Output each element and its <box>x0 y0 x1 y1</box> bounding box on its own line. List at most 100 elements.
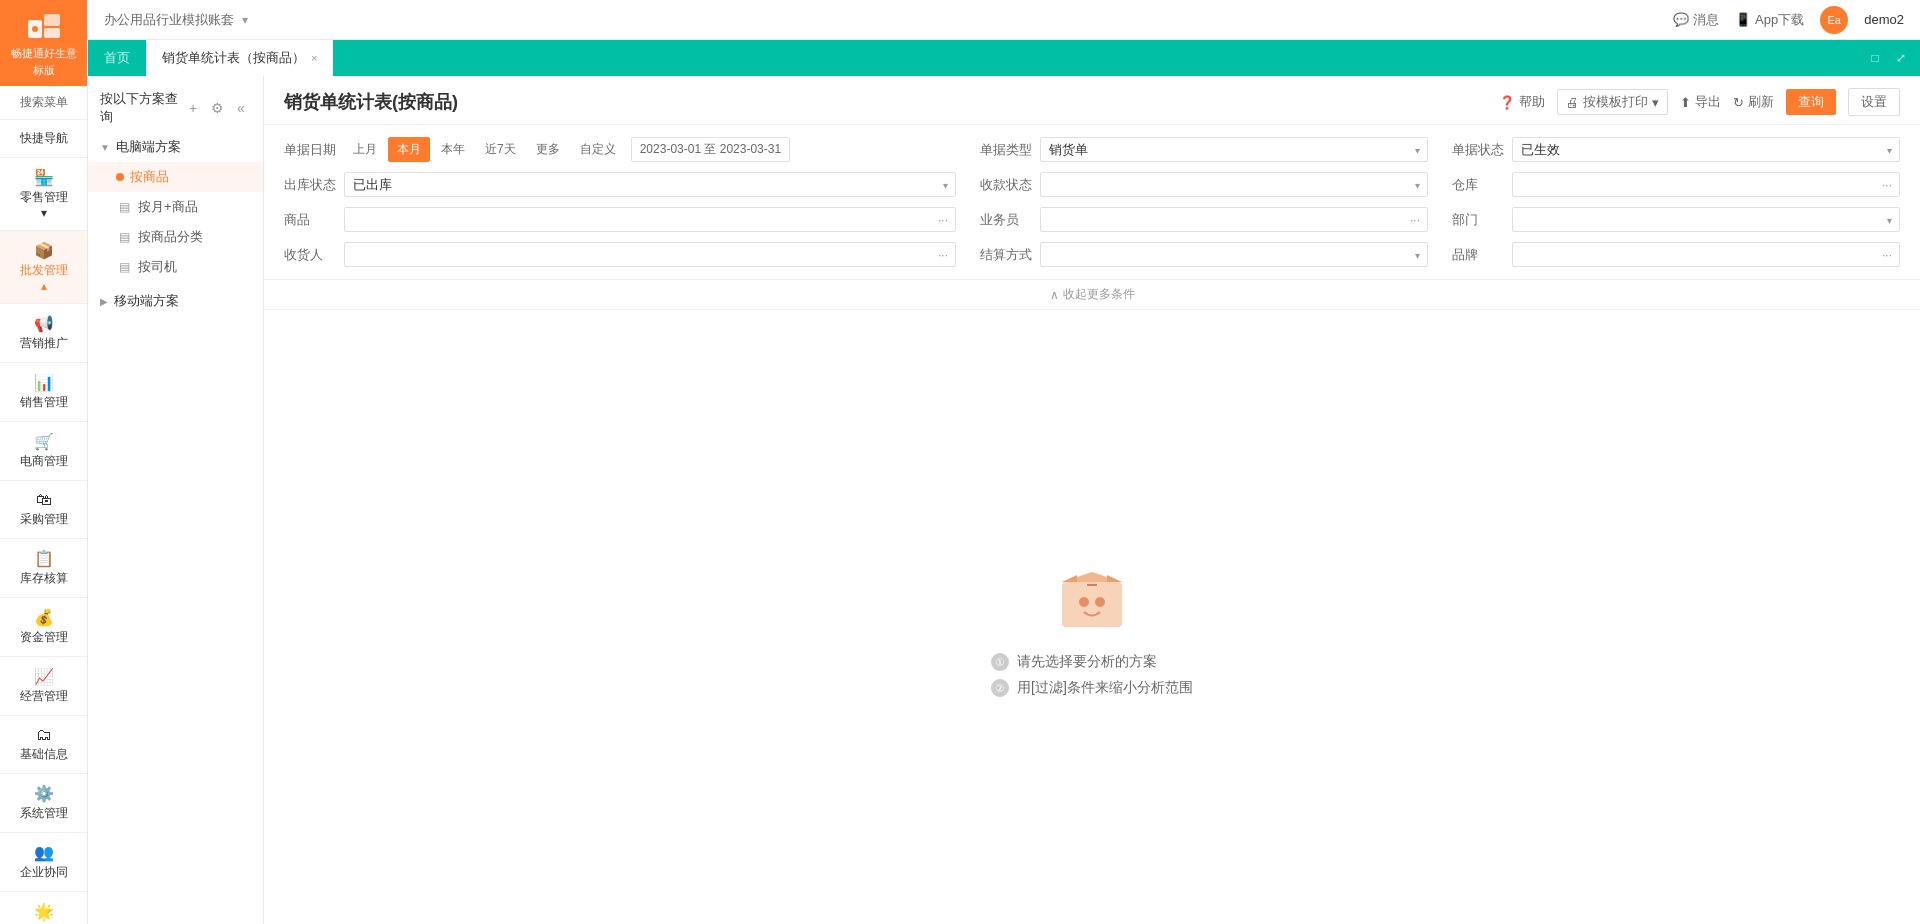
date-tab-custom[interactable]: 自定义 <box>571 137 625 162</box>
sidebar-item-ecommerce[interactable]: 🛒 电商管理 <box>0 422 87 481</box>
warehouse-field: 仓库 ··· <box>1452 172 1900 197</box>
goods-label: 商品 <box>284 211 344 229</box>
date-tab-7days[interactable]: 近7天 <box>476 137 525 162</box>
collapse-bar[interactable]: ∧ 收起更多条件 <box>264 280 1920 310</box>
type-input[interactable] <box>1040 137 1428 162</box>
status-field: 单据状态 ▾ <box>1452 137 1900 162</box>
tip-num-2: ② <box>991 679 1009 697</box>
filter-item-by-month-product[interactable]: ▤ 按月+商品 <box>88 192 263 222</box>
date-tab-this-year[interactable]: 本年 <box>432 137 474 162</box>
staff-input[interactable] <box>1040 207 1428 232</box>
finance-icon: 💰 <box>34 608 54 627</box>
sidebar-item-retail[interactable]: 🏪 零售管理 ▾ <box>0 158 87 231</box>
app-download-btn[interactable]: 📱 App下载 <box>1735 11 1804 29</box>
sidebar-item-inventory[interactable]: 📋 库存核算 <box>0 539 87 598</box>
tab-home-label: 首页 <box>104 49 130 67</box>
payment-field: 结算方式 ▾ <box>980 242 1428 267</box>
by-month-product-label: 按月+商品 <box>138 198 198 216</box>
payment-label: 结算方式 <box>980 246 1040 264</box>
refresh-btn[interactable]: ↻ 刷新 <box>1733 93 1774 111</box>
page-title: 销货单统计表(按商品) <box>284 90 458 114</box>
filter-group-pc: ▼ 电脑端方案 按商品 ▤ 按月+商品 ▤ 按商品分类 ▤ 按司机 <box>88 132 263 282</box>
sidebar-item-sales[interactable]: 📊 销售管理 <box>0 363 87 422</box>
tab-sales-stats-label: 销货单统计表（按商品） <box>162 49 305 67</box>
basic-label: 基础信息 <box>20 746 68 763</box>
svg-rect-2 <box>44 28 60 38</box>
payment-input[interactable] <box>1040 242 1428 267</box>
tab-sales-stats-close[interactable]: × <box>311 52 317 64</box>
tab-sales-stats[interactable]: 销货单统计表（按商品） × <box>146 40 333 76</box>
brand-input[interactable] <box>1512 242 1900 267</box>
filter-group-pc-header[interactable]: ▼ 电脑端方案 <box>88 132 263 162</box>
tab-restore-btn[interactable]: □ <box>1864 47 1886 69</box>
main-content: 销货单统计表(按商品) ❓ 帮助 🖨 按模板打印 ▾ ⬆ 导出 <box>264 76 1920 924</box>
purchase-icon: 🛍 <box>36 491 52 509</box>
sidebar-item-wholesale[interactable]: 📦 批发管理 ▴ <box>0 231 87 304</box>
filter-item-by-driver[interactable]: ▤ 按司机 <box>88 252 263 282</box>
add-icon: + <box>189 100 197 116</box>
warehouse-input[interactable] <box>1512 172 1900 197</box>
content-wrapper: 按以下方案查询 + ⚙ « ▼ 电脑端方案 <box>88 76 1920 924</box>
breadcrumb: 办公用品行业模拟账套 <box>104 11 234 29</box>
out-label: 出库状态 <box>284 176 344 194</box>
help-btn[interactable]: ❓ 帮助 <box>1499 93 1545 111</box>
date-tab-more[interactable]: 更多 <box>527 137 569 162</box>
query-btn[interactable]: 查询 <box>1786 89 1836 115</box>
sidebar-item-quicknav[interactable]: 快捷导航 <box>0 120 87 158</box>
export-icon: ⬆ <box>1680 95 1691 110</box>
user-name[interactable]: demo2 <box>1864 12 1904 27</box>
date-tab-this-month[interactable]: 本月 <box>388 137 430 162</box>
search-menu-label: 搜索菜单 <box>20 95 68 109</box>
sidebar-item-basic[interactable]: 🗂 基础信息 <box>0 716 87 774</box>
settings-scheme-btn[interactable]: ⚙ <box>207 98 227 118</box>
active-dot <box>116 173 124 181</box>
inventory-label: 库存核算 <box>20 570 68 587</box>
receiver-input[interactable] <box>344 242 956 267</box>
recv-label: 收款状态 <box>980 176 1040 194</box>
out-input[interactable] <box>344 172 956 197</box>
export-btn[interactable]: ⬆ 导出 <box>1680 93 1721 111</box>
app-logo[interactable]: 畅捷通好生意 标版 <box>0 0 87 86</box>
wholesale-label: 批发管理 <box>20 262 68 279</box>
filter-item-by-product[interactable]: 按商品 <box>88 162 263 192</box>
tip-num-1: ① <box>991 653 1009 671</box>
goods-input[interactable] <box>344 207 956 232</box>
mobile-group-label: 移动端方案 <box>114 292 179 310</box>
receiver-label: 收货人 <box>284 246 344 264</box>
sidebar-item-purchase[interactable]: 🛍 采购管理 <box>0 481 87 539</box>
tab-home[interactable]: 首页 <box>88 40 146 76</box>
sidebar-item-marketing[interactable]: 📢 营销推广 <box>0 304 87 363</box>
message-icon: 💬 <box>1673 12 1689 27</box>
avatar: Ea <box>1820 6 1848 34</box>
sidebar-item-finance[interactable]: 💰 资金管理 <box>0 598 87 657</box>
recv-input[interactable] <box>1040 172 1428 197</box>
print-btn[interactable]: 🖨 按模板打印 ▾ <box>1557 89 1668 115</box>
filter-group-mobile-header[interactable]: ▶ 移动端方案 <box>88 286 263 316</box>
add-scheme-btn[interactable]: + <box>183 98 203 118</box>
tab-fullscreen-btn[interactable]: ⤢ <box>1890 47 1912 69</box>
receiver-field: 收货人 ··· <box>284 242 956 267</box>
marketing-icon: 📢 <box>34 314 54 333</box>
status-input-wrap: ▾ <box>1512 137 1900 162</box>
svg-rect-4 <box>1062 582 1122 627</box>
help-label: 帮助 <box>1519 93 1545 111</box>
message-btn[interactable]: 💬 消息 <box>1673 11 1719 29</box>
breadcrumb-dropdown[interactable]: ▾ <box>242 13 248 27</box>
sidebar-item-newbie[interactable]: 🌟 新手引导 <box>0 892 87 924</box>
page-header: 销货单统计表(按商品) ❓ 帮助 🖨 按模板打印 ▾ ⬆ 导出 <box>264 76 1920 125</box>
sidebar-item-system[interactable]: ⚙️ 系统管理 <box>0 774 87 833</box>
search-menu[interactable]: 搜索菜单 <box>0 86 87 120</box>
date-range-input[interactable]: 2023-03-01 至 2023-03-31 <box>631 137 790 162</box>
status-input[interactable] <box>1512 137 1900 162</box>
settings-btn[interactable]: 设置 <box>1848 88 1900 116</box>
collapse-panel-btn[interactable]: « <box>231 98 251 118</box>
goods-input-wrap: ··· <box>344 207 956 232</box>
sidebar-item-corp[interactable]: 👥 企业协同 <box>0 833 87 892</box>
mobile-group-arrow: ▶ <box>100 296 108 307</box>
date-tab-last-month[interactable]: 上月 <box>344 137 386 162</box>
sidebar-item-operation[interactable]: 📈 经营管理 <box>0 657 87 716</box>
filter-row-1: 单据日期 上月 本月 本年 近7天 更多 自定义 2023- <box>284 137 1900 162</box>
dept-input[interactable] <box>1512 207 1900 232</box>
retail-icon: 🏪 <box>34 168 54 187</box>
filter-item-by-category[interactable]: ▤ 按商品分类 <box>88 222 263 252</box>
